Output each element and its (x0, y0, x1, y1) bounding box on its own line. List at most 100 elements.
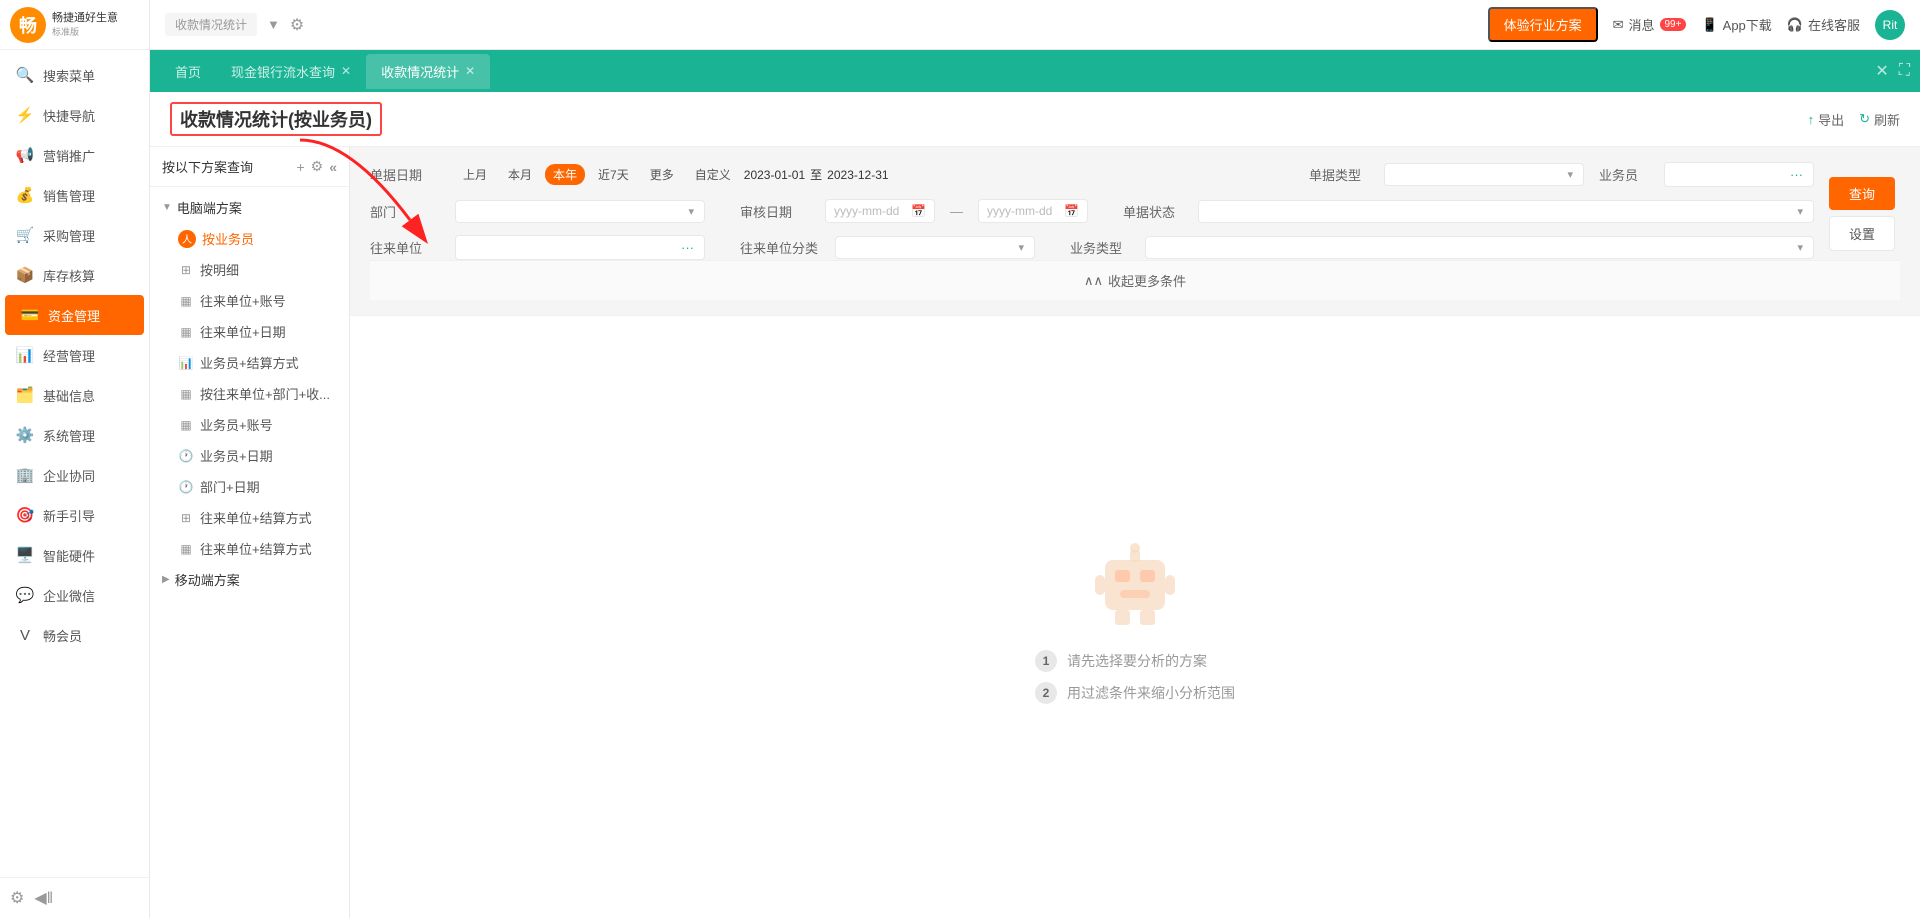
scheme-add-icon[interactable]: + (296, 159, 304, 175)
export-icon: ↑ (1808, 112, 1815, 127)
tree-item-partner-account[interactable]: ▦ 往来单位+账号 (150, 285, 349, 316)
salesperson-select[interactable]: ··· (1664, 162, 1814, 187)
salesperson-label: 业务员 (1599, 165, 1649, 184)
message-icon: ✉ (1613, 17, 1624, 33)
business-icon: 📊 (15, 345, 35, 365)
date-btn-more[interactable]: 更多 (642, 164, 682, 185)
trial-button[interactable]: 体验行业方案 (1488, 7, 1598, 42)
tab-collection-stat-label: 收款情况统计 (381, 62, 459, 81)
tree-item-partner-account-icon: ▦ (178, 293, 194, 309)
tab-bank-flow-label: 现金银行流水查询 (231, 62, 335, 81)
business-type-label: 业务类型 (1070, 238, 1130, 257)
tree-item-partner-account-label: 往来单位+账号 (200, 291, 286, 310)
settings-bottom-icon[interactable]: ⚙ (10, 888, 24, 908)
sidebar-item-member[interactable]: V 畅会员 (0, 615, 149, 655)
tree-item-by-salesperson[interactable]: 人 按业务员 (150, 223, 349, 254)
collapse-bar[interactable]: ∧∧ 收起更多条件 (370, 260, 1900, 300)
voucher-status-select[interactable]: ▾ (1198, 200, 1814, 223)
service-icon: 🎧 (1787, 17, 1803, 33)
partner-label: 往来单位 (370, 238, 440, 257)
collapse-sidebar-icon[interactable]: ◀‖ (34, 888, 53, 908)
user-avatar[interactable]: Rit (1875, 10, 1905, 40)
sidebar-item-quick-nav-label: 快捷导航 (43, 106, 95, 125)
online-service-button[interactable]: 🎧 在线客服 (1787, 15, 1860, 34)
tab-expand-icon[interactable]: ⛶ (1899, 62, 1910, 80)
tree-item-salesperson-account[interactable]: ▦ 业务员+账号 (150, 409, 349, 440)
sidebar-item-enterprise[interactable]: 🏢 企业协同 (0, 455, 149, 495)
export-button[interactable]: ↑ 导出 (1808, 110, 1845, 129)
empty-step-1-text: 请先选择要分析的方案 (1067, 651, 1207, 671)
sidebar-item-hardware[interactable]: 🖥️ 智能硬件 (0, 535, 149, 575)
tree-item-salesperson-account-label: 业务员+账号 (200, 415, 273, 434)
tab-bank-flow-close[interactable]: ✕ (341, 64, 351, 78)
dept-select[interactable]: ▾ (455, 200, 705, 223)
app-download-button[interactable]: 📱 App下载 (1701, 15, 1771, 34)
tab-close-all-icon[interactable]: ✕ (1875, 61, 1888, 81)
sidebar-item-quick-nav[interactable]: ⚡ 快捷导航 (0, 95, 149, 135)
date-btn-last-month[interactable]: 上月 (455, 164, 495, 185)
date-btn-last-7days[interactable]: 近7天 (590, 164, 637, 185)
partner-category-dropdown-icon: ▾ (1018, 241, 1024, 254)
tree-item-partner-dept-collect[interactable]: ▦ 按往来单位+部门+收... (150, 378, 349, 409)
sidebar-item-system[interactable]: ⚙️ 系统管理 (0, 415, 149, 455)
tree-group-pc-label: 电脑端方案 (177, 198, 242, 217)
calendar-icon-from[interactable]: 📅 (911, 204, 926, 218)
tree-group-mobile-arrow: ▶ (162, 574, 170, 585)
enterprise-icon: 🏢 (15, 465, 35, 485)
date-btn-custom[interactable]: 自定义 (687, 164, 739, 185)
message-button[interactable]: ✉ 消息 99+ (1613, 15, 1687, 34)
sidebar-item-business[interactable]: 📊 经营管理 (0, 335, 149, 375)
voucher-type-dropdown-icon: ▾ (1567, 168, 1573, 181)
tree-item-dept-date[interactable]: 🕐 部门+日期 (150, 471, 349, 502)
voucher-type-select[interactable]: ▾ (1384, 163, 1584, 186)
empty-step-1: 1 请先选择要分析的方案 (1035, 650, 1235, 672)
sidebar-item-sales[interactable]: 💰 销售管理 (0, 175, 149, 215)
tab-home[interactable]: 首页 (160, 54, 216, 89)
header-gear-icon[interactable]: ⚙ (290, 15, 304, 35)
sidebar-item-inventory[interactable]: 📦 库存核算 (0, 255, 149, 295)
tab-collection-stat[interactable]: 收款情况统计 ✕ (366, 54, 490, 89)
breadcrumb-dropdown-icon[interactable]: ▼ (267, 17, 280, 32)
salesperson-more-icon[interactable]: ··· (1790, 167, 1803, 182)
sidebar-item-guide[interactable]: 🎯 新手引导 (0, 495, 149, 535)
partner-more-icon[interactable]: ··· (681, 240, 694, 255)
tree-item-partner-payment1[interactable]: ⊞ 往来单位+结算方式 (150, 502, 349, 533)
partner-select[interactable]: ··· (455, 235, 705, 260)
logo-badge: 标准版 (52, 25, 118, 38)
header-left: 收款情况统计 ▼ ⚙ (165, 13, 304, 36)
refresh-icon: ↻ (1859, 111, 1870, 127)
filter-row-3: 往来单位 ··· 往来单位分类 ▾ 业务类型 (370, 235, 1814, 260)
filter-fields: 单据日期 上月 本月 本年 近7天 更多 自定义 (370, 162, 1814, 260)
scheme-collapse-icon[interactable]: « (329, 159, 337, 175)
tree-item-by-detail[interactable]: ⊞ 按明细 (150, 254, 349, 285)
tab-bank-flow[interactable]: 现金银行流水查询 ✕ (216, 54, 366, 89)
sidebar-item-search[interactable]: 🔍 搜索菜单 (0, 55, 149, 95)
sidebar-item-purchase[interactable]: 🛒 采购管理 (0, 215, 149, 255)
query-button[interactable]: 查询 (1829, 177, 1895, 210)
business-type-select[interactable]: ▾ (1145, 236, 1814, 259)
tab-collection-stat-close[interactable]: ✕ (465, 64, 475, 78)
tree-group-mobile-title[interactable]: ▶ 移动端方案 (150, 564, 349, 595)
tree-item-partner-payment1-icon: ⊞ (178, 510, 194, 526)
calendar-icon-to[interactable]: 📅 (1064, 204, 1079, 218)
scheme-settings-icon[interactable]: ⚙ (311, 158, 324, 175)
date-btn-this-month[interactable]: 本月 (500, 164, 540, 185)
tree-item-salesperson-payment[interactable]: 📊 业务员+结算方式 (150, 347, 349, 378)
sidebar-item-marketing[interactable]: 📢 营销推广 (0, 135, 149, 175)
logo-icon: 畅 (10, 7, 46, 43)
review-date-from-input[interactable]: yyyy-mm-dd 📅 (825, 199, 935, 223)
sidebar-item-basic[interactable]: 🗂️ 基础信息 (0, 375, 149, 415)
tree-item-partner-date[interactable]: ▦ 往来单位+日期 (150, 316, 349, 347)
sidebar-item-guide-label: 新手引导 (43, 506, 95, 525)
guide-icon: 🎯 (15, 505, 35, 525)
filter-settings-button[interactable]: 设置 (1829, 216, 1895, 251)
tree-item-salesperson-date[interactable]: 🕐 业务员+日期 (150, 440, 349, 471)
partner-category-select[interactable]: ▾ (835, 236, 1035, 259)
tree-item-partner-payment2[interactable]: ▦ 往来单位+结算方式 (150, 533, 349, 564)
review-date-to-input[interactable]: yyyy-mm-dd 📅 (978, 199, 1088, 223)
sidebar-item-finance[interactable]: 💳 资金管理 (5, 295, 144, 335)
sidebar-item-wechat[interactable]: 💬 企业微信 (0, 575, 149, 615)
date-btn-this-year[interactable]: 本年 (545, 164, 585, 185)
refresh-button[interactable]: ↻ 刷新 (1859, 110, 1900, 129)
tree-group-pc-title[interactable]: ▼ 电脑端方案 (150, 192, 349, 223)
